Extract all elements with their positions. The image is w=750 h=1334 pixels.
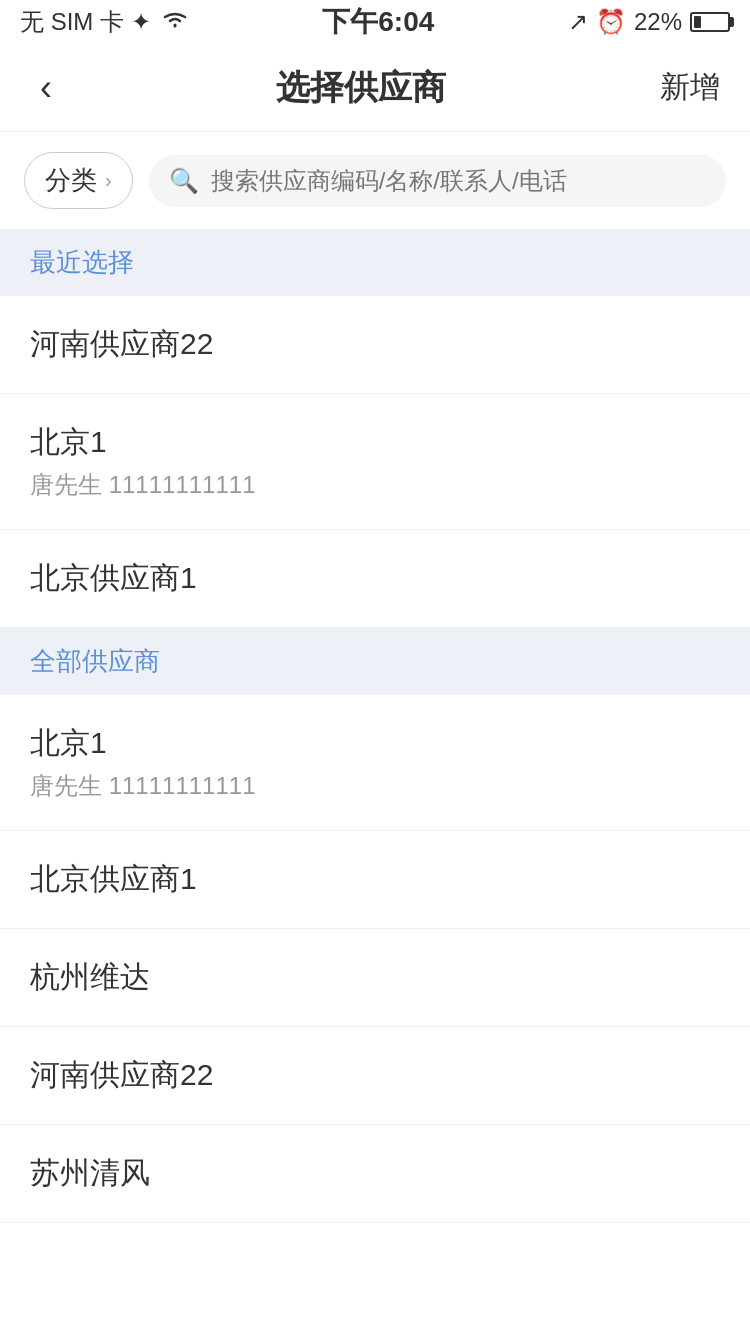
no-sim-text: 无 SIM 卡 ✦ [20,6,151,38]
category-label: 分类 [45,163,97,198]
wifi-icon [161,8,189,36]
back-button[interactable]: ‹ [30,57,62,119]
item-name: 苏州清风 [30,1153,720,1194]
search-icon: 🔍 [169,167,199,195]
item-name: 北京供应商1 [30,859,720,900]
item-name: 河南供应商22 [30,324,720,365]
item-name: 北京供应商1 [30,558,720,599]
list-item[interactable]: 北京1 唐先生 11111111111 [0,695,750,831]
all-section-label: 全部供应商 [30,646,160,676]
recent-list: 河南供应商22 北京1 唐先生 11111111111 北京供应商1 [0,296,750,628]
chevron-right-icon: › [105,169,112,192]
list-item[interactable]: 北京供应商1 [0,530,750,628]
battery-icon [690,12,730,32]
search-input-wrapper: 🔍 [149,155,726,207]
alarm-icon: ⏰ [596,8,626,36]
status-right: ↗ ⏰ 22% [568,8,730,36]
search-input[interactable] [211,167,706,195]
list-item[interactable]: 苏州清风 [0,1125,750,1223]
location-icon: ↗ [568,8,588,36]
status-left: 无 SIM 卡 ✦ [20,6,189,38]
category-button[interactable]: 分类 › [24,152,133,209]
recent-section-label: 最近选择 [30,247,134,277]
battery-percent: 22% [634,8,682,36]
all-list: 北京1 唐先生 11111111111 北京供应商1 杭州维达 河南供应商22 … [0,695,750,1223]
recent-section-header: 最近选择 [0,229,750,296]
add-button[interactable]: 新增 [660,67,720,108]
status-bar: 无 SIM 卡 ✦ 下午6:04 ↗ ⏰ 22% [0,0,750,44]
item-name: 北京1 [30,723,720,764]
all-section-header: 全部供应商 [0,628,750,695]
list-item[interactable]: 北京供应商1 [0,831,750,929]
status-time: 下午6:04 [322,3,434,41]
list-item[interactable]: 河南供应商22 [0,1027,750,1125]
item-detail: 唐先生 11111111111 [30,469,720,501]
list-item[interactable]: 杭州维达 [0,929,750,1027]
list-item[interactable]: 河南供应商22 [0,296,750,394]
item-name: 杭州维达 [30,957,720,998]
item-detail: 唐先生 11111111111 [30,770,720,802]
page-title: 选择供应商 [276,65,446,111]
nav-bar: ‹ 选择供应商 新增 [0,44,750,132]
item-name: 北京1 [30,422,720,463]
search-bar: 分类 › 🔍 [0,132,750,229]
item-name: 河南供应商22 [30,1055,720,1096]
list-item[interactable]: 北京1 唐先生 11111111111 [0,394,750,530]
